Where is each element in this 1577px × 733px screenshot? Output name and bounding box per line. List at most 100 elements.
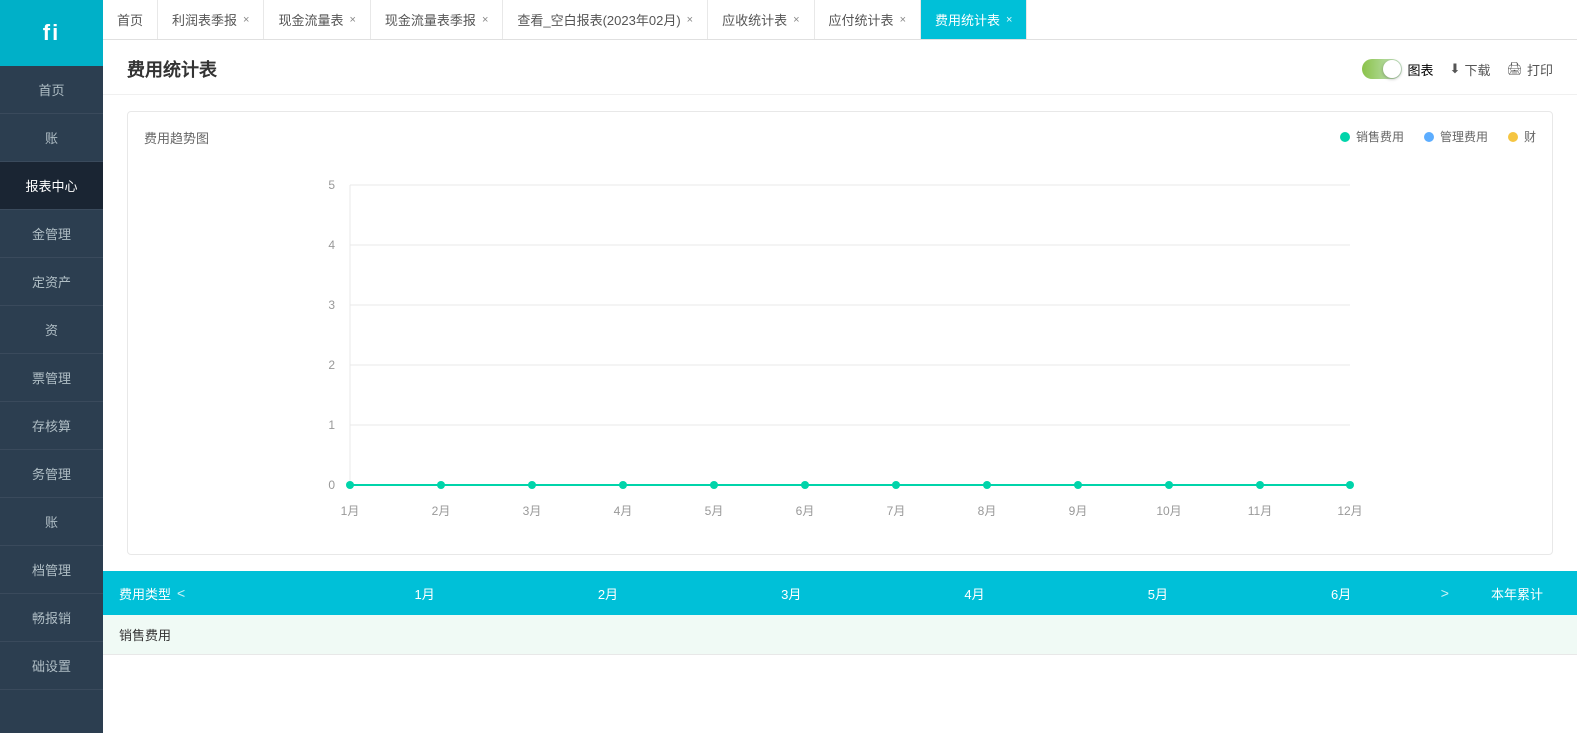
- legend-label-finance: 财: [1524, 128, 1536, 145]
- tab-receivable[interactable]: 应收统计表 ×: [708, 0, 814, 39]
- table-header-type: 费用类型 <: [103, 584, 333, 603]
- legend-finance: 财: [1508, 128, 1536, 145]
- svg-text:5: 5: [328, 178, 335, 192]
- legend-dot-sales: [1340, 132, 1350, 142]
- chart-legend: 销售费用 管理费用 财: [1340, 128, 1536, 145]
- tab-bar: 首页 利润表季报 × 现金流量表 × 现金流量表季报 × 查看_空白报表(202…: [103, 0, 1577, 40]
- chart-dot-11: [1256, 481, 1264, 489]
- chart-title: 费用趋势图: [144, 128, 209, 147]
- tab-blank-report[interactable]: 查看_空白报表(2023年02月) ×: [503, 0, 708, 39]
- sidebar-item-archive[interactable]: 档管理: [0, 546, 103, 594]
- legend-label-sales: 销售费用: [1356, 128, 1404, 145]
- chart-dot-1: [346, 481, 354, 489]
- svg-text:2: 2: [328, 358, 335, 372]
- chart-dot-7: [892, 481, 900, 489]
- chart-dot-6: [801, 481, 809, 489]
- chart-toggle-wrap: 图表: [1362, 59, 1434, 79]
- sidebar-item-invoice[interactable]: 票管理: [0, 354, 103, 402]
- tab-profit-quarterly[interactable]: 利润表季报 ×: [158, 0, 264, 39]
- legend-dot-admin: [1424, 132, 1434, 142]
- svg-text:3: 3: [328, 298, 335, 312]
- page-title: 费用统计表: [127, 56, 217, 82]
- svg-text:9月: 9月: [1069, 504, 1088, 518]
- svg-text:4: 4: [328, 238, 335, 252]
- sidebar-item-inventory[interactable]: 存核算: [0, 402, 103, 450]
- sidebar-item-account[interactable]: 账: [0, 114, 103, 162]
- sidebar-item-fixed-assets[interactable]: 定资产: [0, 258, 103, 306]
- chart-toggle[interactable]: [1362, 59, 1402, 79]
- tab-payable[interactable]: 应付统计表 ×: [815, 0, 921, 39]
- svg-text:3月: 3月: [523, 504, 542, 518]
- chart-dot-8: [983, 481, 991, 489]
- table-row-sales: 销售费用: [103, 615, 1577, 655]
- chart-dot-9: [1074, 481, 1082, 489]
- table-header-month-5: 5月: [1066, 584, 1249, 603]
- sidebar-item-salary[interactable]: 资: [0, 306, 103, 354]
- table-header-month-2: 2月: [516, 584, 699, 603]
- prev-arrow[interactable]: <: [177, 585, 185, 601]
- chart-dot-4: [619, 481, 627, 489]
- download-button[interactable]: ⬇ 下载: [1450, 60, 1491, 79]
- tab-cashflow-quarterly[interactable]: 现金流量表季报 ×: [371, 0, 503, 39]
- chart-area: 费用趋势图 销售费用 管理费用 财: [127, 111, 1553, 555]
- close-tab-cashflow[interactable]: ×: [349, 14, 355, 26]
- header-actions: 图表 ⬇ 下载 🖨 打印: [1362, 59, 1553, 79]
- main-content: 首页 利润表季报 × 现金流量表 × 现金流量表季报 × 查看_空白报表(202…: [103, 0, 1577, 733]
- sidebar-item-expense[interactable]: 畅报销: [0, 594, 103, 642]
- svg-text:1月: 1月: [341, 504, 360, 518]
- row-type-sales: 销售费用: [103, 625, 333, 644]
- chart-svg-wrap: 5 4 3 2 1 0: [144, 155, 1536, 538]
- close-tab-cashflow-quarterly[interactable]: ×: [482, 14, 488, 26]
- next-arrow[interactable]: >: [1433, 585, 1457, 601]
- chart-dot-12: [1346, 481, 1354, 489]
- sidebar-item-ledger[interactable]: 账: [0, 498, 103, 546]
- toggle-label: 图表: [1408, 60, 1434, 79]
- sidebar-item-settings[interactable]: 础设置: [0, 642, 103, 690]
- sidebar-item-service[interactable]: 务管理: [0, 450, 103, 498]
- sidebar-item-home[interactable]: 首页: [0, 66, 103, 114]
- chart-svg: 5 4 3 2 1 0: [144, 155, 1536, 535]
- chart-dot-2: [437, 481, 445, 489]
- sidebar: fi 首页 账 报表中心 金管理 定资产 资 票管理 存核算 务管理 账 档管理…: [0, 0, 103, 733]
- page-content: 费用统计表 图表 ⬇ 下载 🖨 打印: [103, 40, 1577, 733]
- chart-dot-10: [1165, 481, 1173, 489]
- table-header-month-6: 6月: [1249, 584, 1432, 603]
- tab-home[interactable]: 首页: [103, 0, 158, 39]
- tab-expense[interactable]: 费用统计表 ×: [921, 0, 1027, 39]
- svg-text:12月: 12月: [1337, 504, 1362, 518]
- sidebar-item-fund[interactable]: 金管理: [0, 210, 103, 258]
- chart-dot-5: [710, 481, 718, 489]
- tab-cashflow[interactable]: 现金流量表 ×: [264, 0, 370, 39]
- sidebar-item-report-center[interactable]: 报表中心: [0, 162, 103, 210]
- close-tab-receivable[interactable]: ×: [793, 14, 799, 26]
- print-button[interactable]: 🖨 打印: [1506, 60, 1553, 79]
- close-tab-payable[interactable]: ×: [900, 14, 906, 26]
- table-header-month-3: 3月: [700, 584, 883, 603]
- legend-sales: 销售费用: [1340, 128, 1404, 145]
- legend-admin: 管理费用: [1424, 128, 1488, 145]
- svg-text:1: 1: [328, 418, 335, 432]
- svg-text:0: 0: [328, 478, 335, 492]
- table-header: 费用类型 < 1月 2月 3月 4月 5月 6月 > 本年累计: [103, 571, 1577, 615]
- close-tab-profit-quarterly[interactable]: ×: [243, 14, 249, 26]
- table-header-month-1: 1月: [333, 584, 516, 603]
- svg-text:2月: 2月: [432, 504, 451, 518]
- svg-text:8月: 8月: [978, 504, 997, 518]
- svg-text:7月: 7月: [887, 504, 906, 518]
- table-header-yearly: 本年累计: [1457, 584, 1577, 603]
- svg-text:4月: 4月: [614, 504, 633, 518]
- legend-dot-finance: [1508, 132, 1518, 142]
- toggle-knob: [1383, 60, 1401, 78]
- data-table: 费用类型 < 1月 2月 3月 4月 5月 6月 > 本年累计 销售费用: [103, 571, 1577, 655]
- legend-label-admin: 管理费用: [1440, 128, 1488, 145]
- download-icon: ⬇: [1450, 61, 1461, 77]
- close-tab-blank-report[interactable]: ×: [687, 14, 693, 26]
- print-icon: 🖨: [1506, 61, 1523, 77]
- close-tab-expense[interactable]: ×: [1006, 14, 1012, 26]
- svg-text:6月: 6月: [796, 504, 815, 518]
- page-header: 费用统计表 图表 ⬇ 下载 🖨 打印: [103, 40, 1577, 95]
- table-header-month-4: 4月: [883, 584, 1066, 603]
- svg-text:5月: 5月: [705, 504, 724, 518]
- sidebar-logo: fi: [0, 0, 103, 66]
- svg-text:10月: 10月: [1156, 504, 1181, 518]
